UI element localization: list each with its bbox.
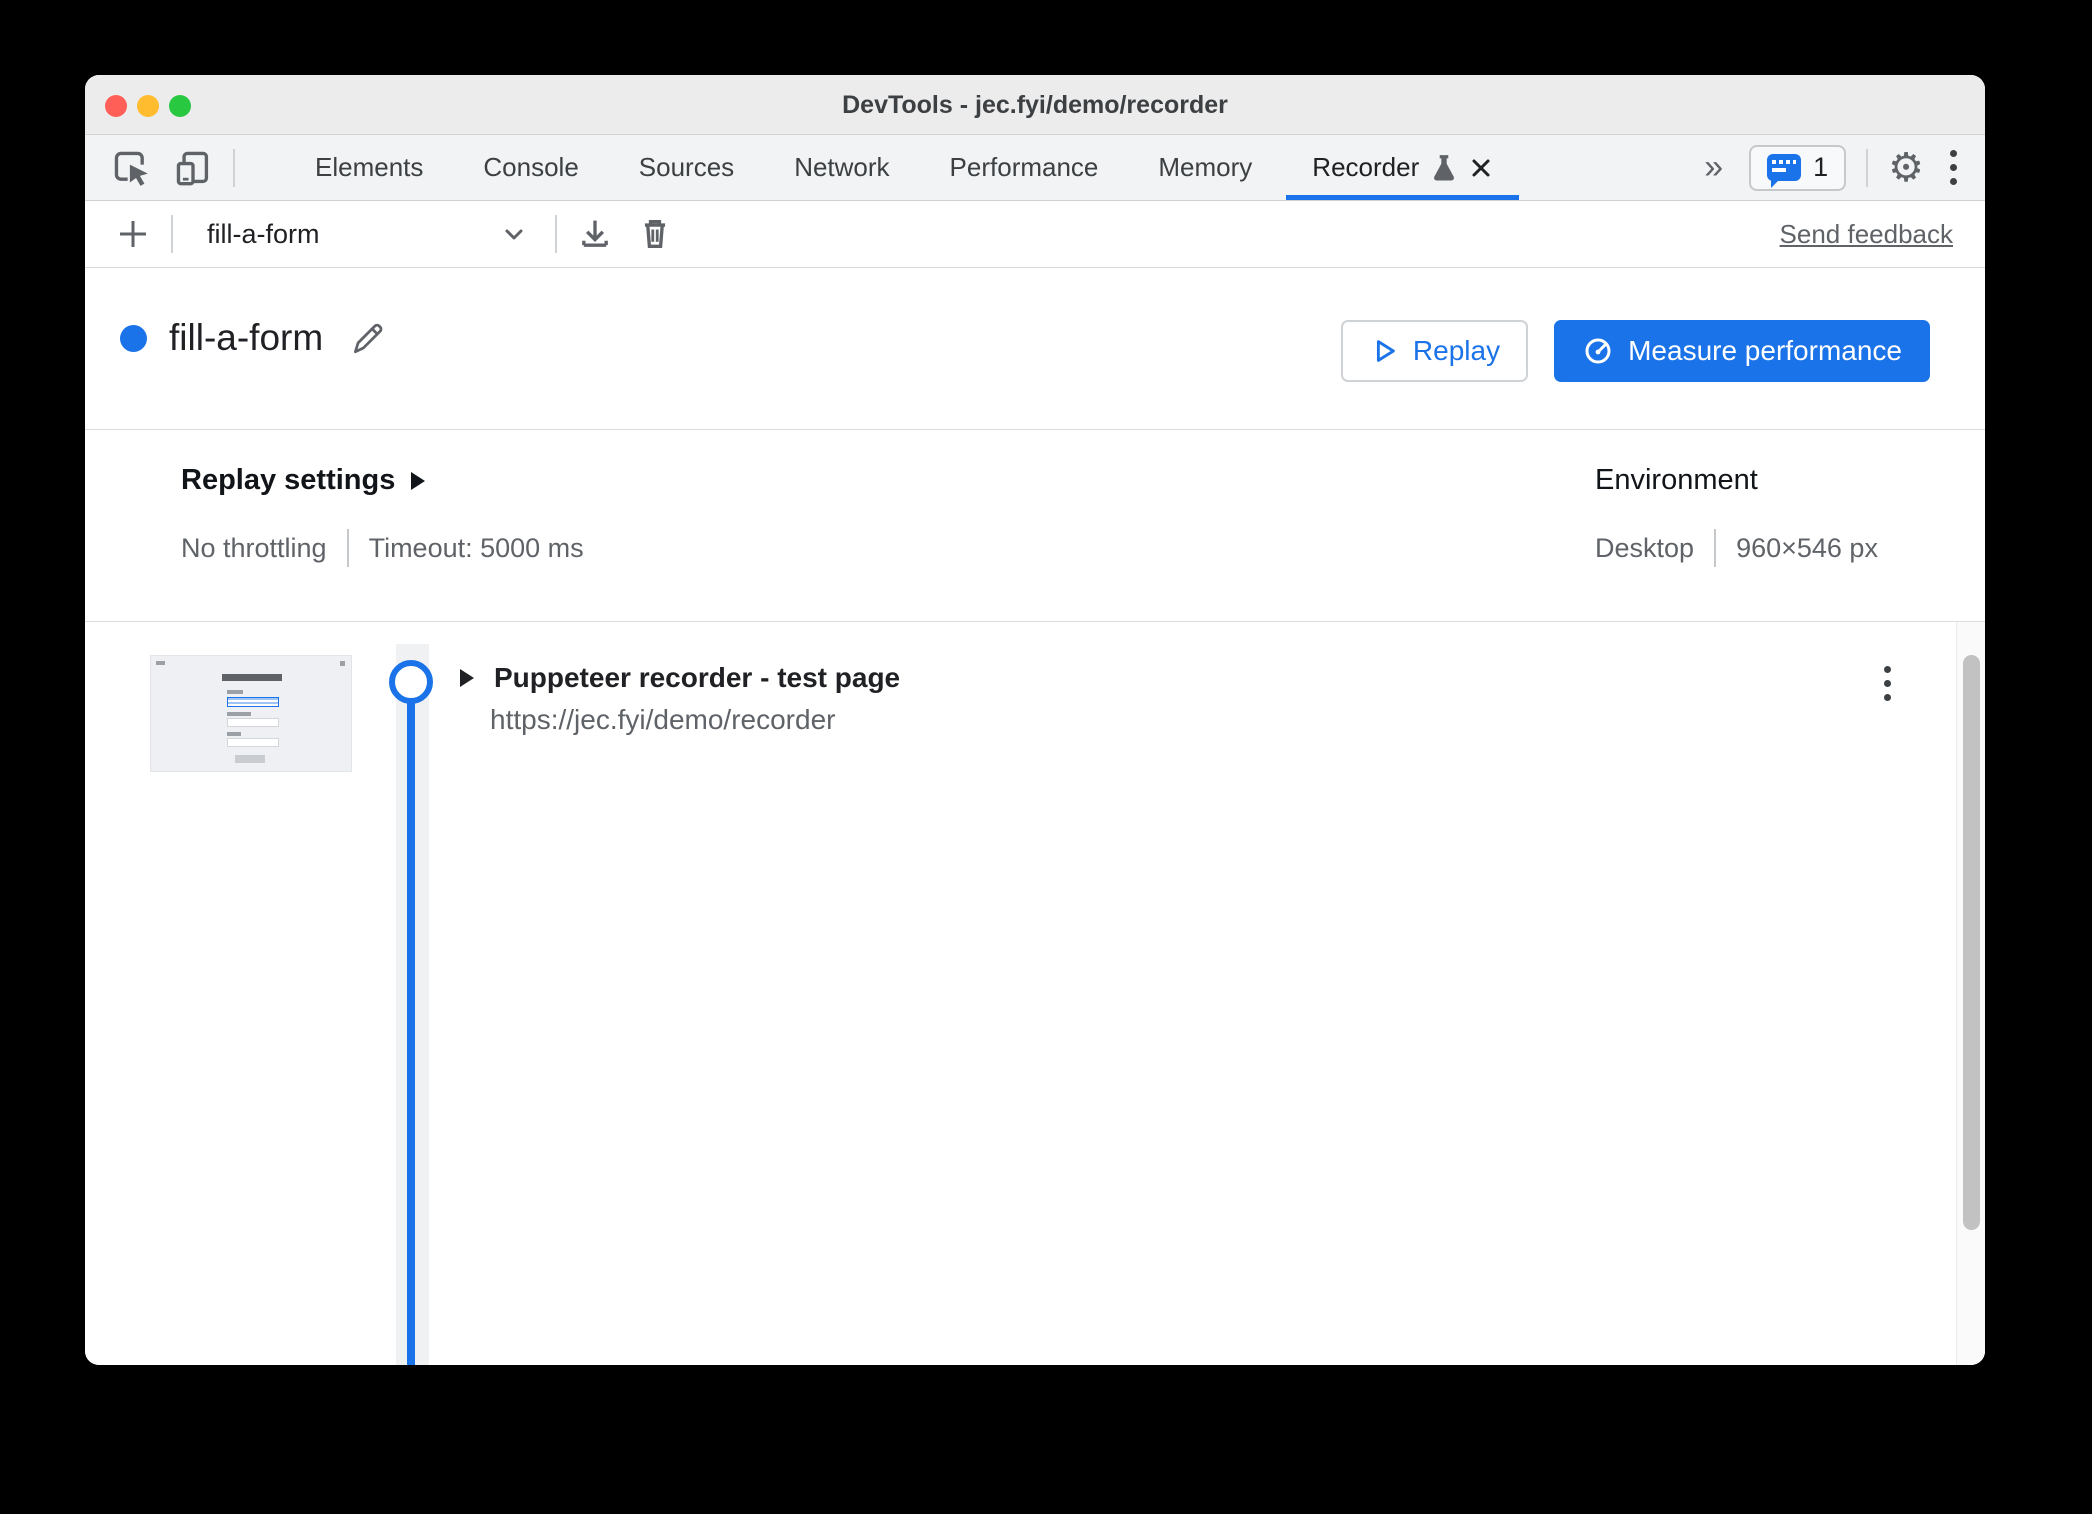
- toolbar-divider: [233, 148, 235, 187]
- measure-performance-button[interactable]: Measure performance: [1554, 320, 1930, 382]
- export-recording-icon[interactable]: [573, 212, 617, 256]
- window-title: DevTools - jec.fyi/demo/recorder: [842, 91, 1228, 119]
- tab-memory[interactable]: Memory: [1128, 135, 1282, 200]
- toolbar-divider: [555, 215, 557, 253]
- tab-performance[interactable]: Performance: [920, 135, 1129, 200]
- recording-header: fill-a-form Replay Measure performance: [85, 268, 1985, 430]
- divider: [1714, 529, 1717, 567]
- environment-title: Environment: [1595, 464, 1758, 496]
- disclosure-right-icon: [460, 669, 474, 687]
- recording-status-dot: [120, 324, 147, 352]
- device-toolbar-icon[interactable]: [171, 146, 215, 190]
- recording-select-value: fill-a-form: [207, 218, 320, 249]
- replay-button[interactable]: Replay: [1340, 320, 1529, 382]
- title-bar: DevTools - jec.fyi/demo/recorder: [85, 75, 1985, 135]
- more-tabs-icon[interactable]: »: [1698, 148, 1729, 187]
- issues-counter-button[interactable]: 1: [1749, 144, 1847, 191]
- delete-recording-icon[interactable]: [633, 212, 677, 256]
- replay-settings-title: Replay settings: [181, 464, 396, 496]
- scrollbar-thumb[interactable]: [1963, 655, 1980, 1230]
- devtools-window: DevTools - jec.fyi/demo/recorder Element…: [85, 75, 1985, 1365]
- timeline-navigate-marker: [389, 660, 433, 704]
- throttling-value: No throttling: [181, 532, 327, 563]
- recording-title: fill-a-form: [169, 317, 324, 358]
- edit-title-pencil-icon[interactable]: [345, 316, 389, 360]
- devtools-tab-strip: Elements Console Sources Network Perform…: [85, 135, 1985, 201]
- speedometer-icon: [1585, 338, 1611, 364]
- toolbar-divider: [1866, 148, 1869, 187]
- steps-panel: Puppeteer recorder - test page https://j…: [85, 622, 1985, 1365]
- measure-performance-label: Measure performance: [1628, 335, 1902, 366]
- settings-gear-icon[interactable]: ⚙: [1888, 148, 1924, 188]
- inspect-element-icon[interactable]: [109, 146, 153, 190]
- tab-recorder-label: Recorder: [1312, 152, 1420, 182]
- tab-network[interactable]: Network: [764, 135, 919, 200]
- message-bubble-icon: [1767, 154, 1802, 188]
- page-thumbnail[interactable]: [150, 655, 352, 772]
- disclosure-right-icon: [411, 471, 426, 490]
- play-icon: [1376, 340, 1395, 362]
- replay-button-label: Replay: [1412, 335, 1501, 366]
- tab-console[interactable]: Console: [453, 135, 608, 200]
- recorder-toolbar: fill-a-form Send feedback: [85, 201, 1985, 268]
- replay-settings-section: Replay settings No throttling Timeout: 5…: [85, 430, 1985, 622]
- scrollbar[interactable]: [1956, 622, 1985, 1365]
- step-navigate-url: https://jec.fyi/demo/recorder: [490, 704, 836, 735]
- tab-elements[interactable]: Elements: [285, 135, 453, 200]
- environment-viewport: 960×546 px: [1736, 532, 1878, 563]
- environment-device: Desktop: [1595, 532, 1695, 563]
- issues-count: 1: [1813, 152, 1829, 182]
- panel-tabs: Elements Console Sources Network Perform…: [285, 135, 1523, 200]
- replay-settings-toggle[interactable]: Replay settings: [181, 464, 584, 497]
- step-navigate-title: Puppeteer recorder - test page: [494, 662, 901, 693]
- chevron-down-icon: [505, 229, 523, 240]
- timeline-line: [407, 684, 415, 1365]
- experiment-flask-icon: [1431, 153, 1457, 183]
- devtools-menu-icon[interactable]: [1944, 144, 1963, 191]
- tab-sources[interactable]: Sources: [609, 135, 764, 200]
- add-recording-icon[interactable]: [111, 212, 155, 256]
- send-feedback-link[interactable]: Send feedback: [1780, 201, 1953, 267]
- recording-select[interactable]: fill-a-form: [189, 209, 539, 259]
- toolbar-divider: [171, 215, 173, 253]
- close-recorder-tab-icon[interactable]: [1469, 156, 1493, 180]
- tab-recorder[interactable]: Recorder: [1282, 135, 1523, 200]
- step-navigate-header[interactable]: Puppeteer recorder - test page: [460, 662, 900, 694]
- divider: [346, 529, 349, 567]
- timeout-value: Timeout: 5000 ms: [368, 532, 584, 563]
- step-navigate-menu-icon[interactable]: [1878, 660, 1897, 707]
